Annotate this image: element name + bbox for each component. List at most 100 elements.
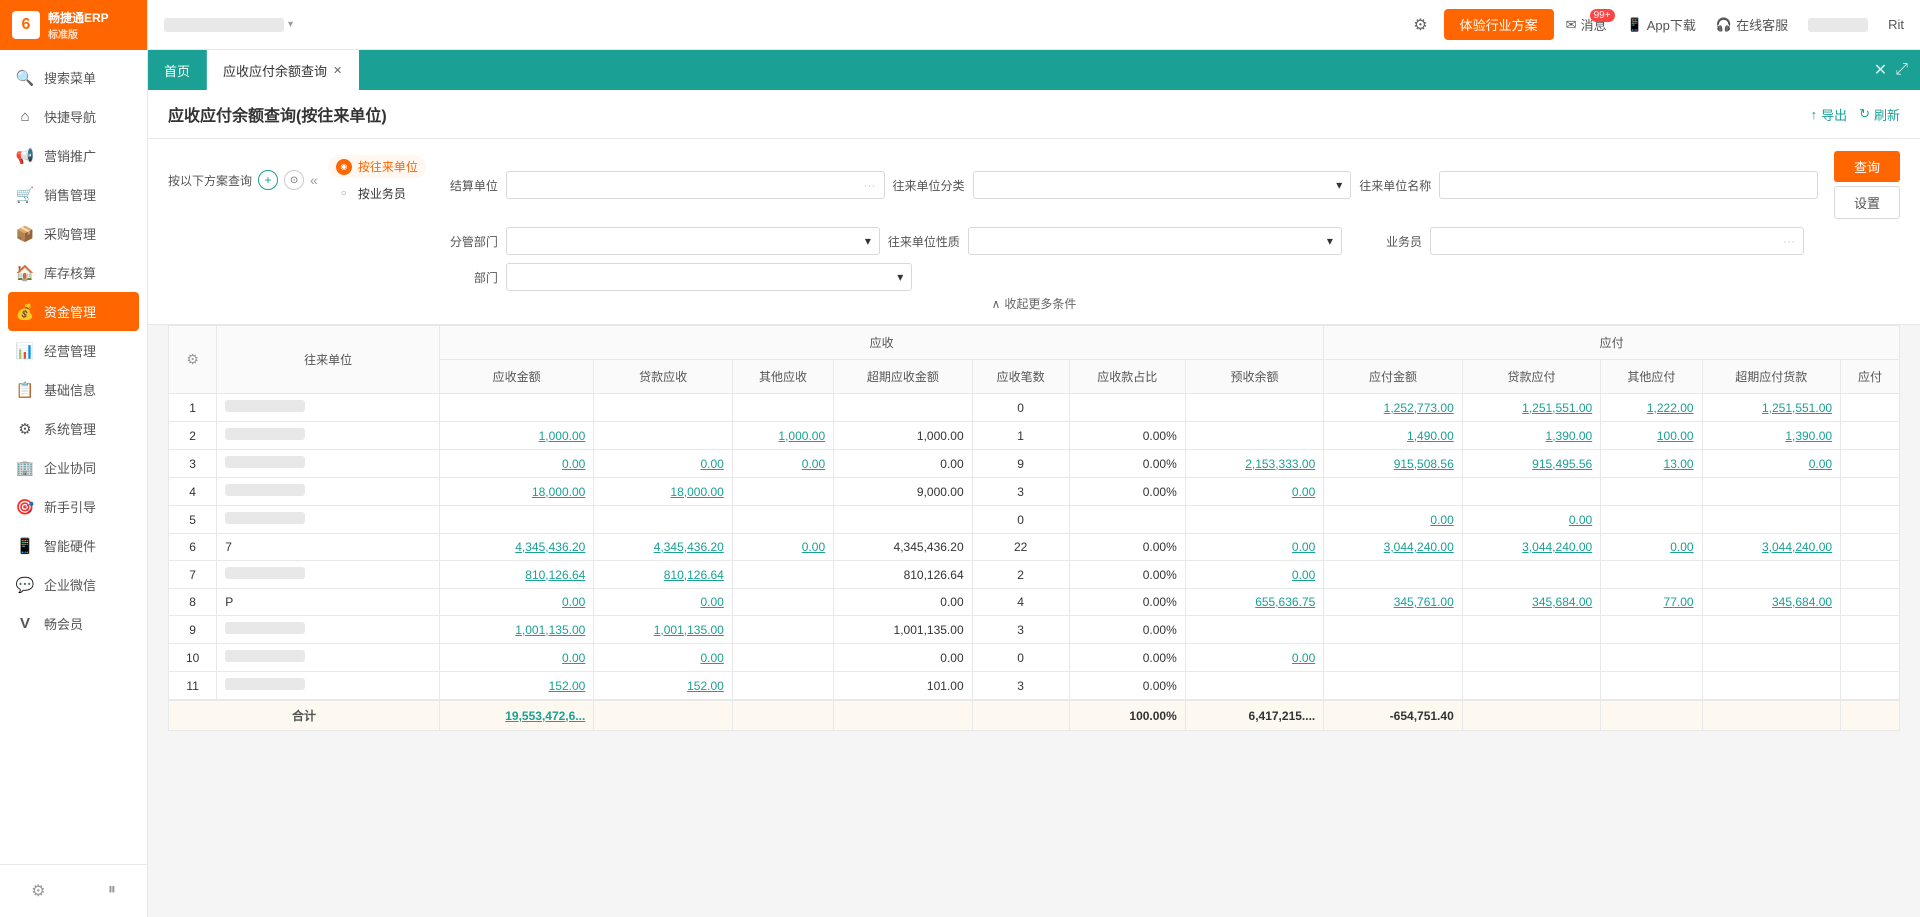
- search-form: 按以下方案查询 + ⊙ « ◉ 按往来单位 ○ 按业务员: [148, 139, 1920, 325]
- col-ap-amount: 应付金额: [1324, 360, 1462, 394]
- purchase-icon: 📦: [16, 225, 34, 243]
- sidebar-item-sales[interactable]: 🛒 销售管理: [0, 175, 147, 214]
- sidebar-item-quick-nav[interactable]: ⌂ 快捷导航: [0, 97, 147, 136]
- tab-home[interactable]: 首页: [148, 50, 207, 90]
- tabbar-fullscreen-button[interactable]: ⤢: [1895, 61, 1908, 79]
- settlement-unit-field: 结算单位 ···: [426, 171, 885, 199]
- sidebar-item-system[interactable]: ⚙ 系统管理: [0, 409, 147, 448]
- salesperson-field: 业务员 ···: [1350, 227, 1804, 255]
- col-ar-count: 应收笔数: [972, 360, 1069, 394]
- sidebar-item-member[interactable]: V 畅会员: [0, 604, 147, 643]
- setting-button[interactable]: 设置: [1834, 186, 1900, 219]
- sidebar-item-marketing[interactable]: 📢 营销推广: [0, 136, 147, 175]
- sidebar-item-finance[interactable]: 💰 资金管理: [8, 292, 139, 331]
- col-ar-ratio: 应收款占比: [1069, 360, 1185, 394]
- col-settings[interactable]: ⚙: [169, 326, 217, 394]
- table-footer-row: 合计 19,553,472,6... 100.00% 6,417,215....…: [169, 700, 1900, 731]
- dept-field: 分管部门 ▾: [426, 227, 880, 255]
- salesperson-input[interactable]: ···: [1430, 227, 1804, 255]
- online-service-button[interactable]: 🎧 在线客服: [1716, 15, 1788, 34]
- sidebar-item-search-menu[interactable]: 🔍 搜索菜单: [0, 58, 147, 97]
- more-conditions-button[interactable]: ∧ 收起更多条件: [992, 295, 1077, 312]
- unit-category-chevron: ▾: [1336, 178, 1342, 192]
- sidebar-item-purchase[interactable]: 📦 采购管理: [0, 214, 147, 253]
- data-table: ⚙ 往来单位 应收 应付 应收金额 贷款应收 其他应收 超期应收金额 应收笔数 …: [168, 325, 1900, 731]
- search-option-by-unit[interactable]: ◉ 按往来单位: [328, 155, 426, 178]
- table-row: 8P0.000.000.0040.00%655,636.75345,761.00…: [169, 589, 1900, 616]
- col-receivable-group: 应收: [439, 326, 1323, 360]
- sidebar-settings-button[interactable]: ⚙: [23, 877, 53, 905]
- home-tab-label: 首页: [164, 61, 190, 80]
- sidebar-item-newbie[interactable]: 🎯 新手引导: [0, 487, 147, 526]
- tabbar-close-button[interactable]: ✕: [1874, 60, 1887, 80]
- home-icon: ⌂: [16, 108, 34, 126]
- tab-close-icon[interactable]: ✕: [333, 64, 342, 77]
- col-ap-overdue: 超期应付货款: [1702, 360, 1840, 394]
- col-ap-tail: 应付: [1841, 360, 1900, 394]
- unit-category-field: 往来单位分类 ▾: [893, 171, 1352, 199]
- unit-name-input[interactable]: [1439, 171, 1818, 199]
- message-button[interactable]: ✉ 消息 99+: [1566, 15, 1607, 34]
- tabbar-actions: ✕ ⤢: [1862, 60, 1920, 80]
- footer-label: 合计: [169, 700, 440, 731]
- table-container: ⚙ 往来单位 应收 应付 应收金额 贷款应收 其他应收 超期应收金额 应收笔数 …: [148, 325, 1920, 917]
- footer-ar-advance: 6,417,215....: [1185, 700, 1323, 731]
- add-scheme-button[interactable]: +: [258, 170, 278, 190]
- export-icon: ↑: [1811, 107, 1818, 122]
- sidebar-footer: ⚙ ⏸: [0, 864, 147, 917]
- footer-ap-overdue: [1702, 700, 1840, 731]
- unit-name-field: 往来单位名称: [1359, 171, 1818, 199]
- sidebar-item-enterprise[interactable]: 🏢 企业协同: [0, 448, 147, 487]
- collapse-button[interactable]: «: [310, 172, 318, 188]
- footer-ar-ratio: 100.00%: [1069, 700, 1185, 731]
- col-ar-amount: 应收金额: [439, 360, 593, 394]
- refresh-button[interactable]: ↻ 刷新: [1859, 105, 1900, 124]
- query-button[interactable]: 查询: [1834, 151, 1900, 182]
- tabbar: 首页 应收应付余额查询 ✕ ✕ ⤢: [148, 50, 1920, 90]
- footer-ar-loan: [594, 700, 732, 731]
- scheme-options-button[interactable]: ⊙: [284, 170, 304, 190]
- department-select[interactable]: ▾: [506, 263, 912, 291]
- app-download-button[interactable]: 📱 App下载: [1627, 15, 1696, 34]
- col-unit-header: 往来单位: [217, 326, 440, 394]
- sidebar-item-wechat[interactable]: 💬 企业微信: [0, 565, 147, 604]
- table-row: 21,000.001,000.001,000.0010.00%1,490.001…: [169, 422, 1900, 450]
- footer-ap-other: [1601, 700, 1702, 731]
- search-icon: 🔍: [16, 69, 34, 87]
- table-row: 30.000.000.000.0090.00%2,153,333.00915,5…: [169, 450, 1900, 478]
- member-icon: V: [16, 615, 34, 633]
- settings-gear-icon[interactable]: ⚙: [1409, 11, 1431, 39]
- inventory-icon: 🏠: [16, 264, 34, 282]
- app-icon: 📱: [1627, 17, 1643, 33]
- footer-ar-overdue: [834, 700, 972, 731]
- page: 应收应付余额查询(按往来单位) ↑ 导出 ↻ 刷新 按以下方案查询 + ⊙: [148, 90, 1920, 917]
- sidebar-item-inventory[interactable]: 🏠 库存核算: [0, 253, 147, 292]
- by-unit-icon: ◉: [336, 159, 352, 175]
- col-ar-overdue: 超期应收金额: [834, 360, 972, 394]
- settlement-dots-icon: ···: [864, 178, 876, 192]
- finance-icon: 💰: [16, 303, 34, 321]
- unit-nature-select[interactable]: ▾: [968, 227, 1342, 255]
- search-scheme-label: 按以下方案查询: [168, 172, 252, 189]
- sidebar-collapse-button[interactable]: ⏸: [100, 877, 124, 905]
- promo-button[interactable]: 体验行业方案: [1444, 9, 1554, 40]
- sidebar-item-operation[interactable]: 📊 经营管理: [0, 331, 147, 370]
- wechat-icon: 💬: [16, 576, 34, 594]
- avatar: [1808, 18, 1868, 32]
- export-button[interactable]: ↑ 导出: [1811, 105, 1848, 124]
- sidebar-item-basic-info[interactable]: 📋 基础信息: [0, 370, 147, 409]
- search-option-by-staff[interactable]: ○ 按业务员: [328, 182, 426, 205]
- dept-chevron: ▾: [865, 234, 871, 248]
- tab-arbalance[interactable]: 应收应付余额查询 ✕: [207, 50, 359, 90]
- col-ap-other: 其他应付: [1601, 360, 1702, 394]
- column-settings-icon[interactable]: ⚙: [186, 351, 199, 367]
- unit-category-select[interactable]: ▾: [973, 171, 1352, 199]
- username[interactable]: Rit: [1888, 17, 1904, 32]
- logo-text: 畅捷通ERP 标准版: [48, 9, 109, 41]
- operation-icon: 📊: [16, 342, 34, 360]
- dept-select[interactable]: ▾: [506, 227, 880, 255]
- settlement-unit-input[interactable]: ···: [506, 171, 885, 199]
- table-row: 418,000.0018,000.009,000.0030.00%0.00: [169, 478, 1900, 506]
- sidebar-item-smart-hw[interactable]: 📱 智能硬件: [0, 526, 147, 565]
- system-icon: ⚙: [16, 420, 34, 438]
